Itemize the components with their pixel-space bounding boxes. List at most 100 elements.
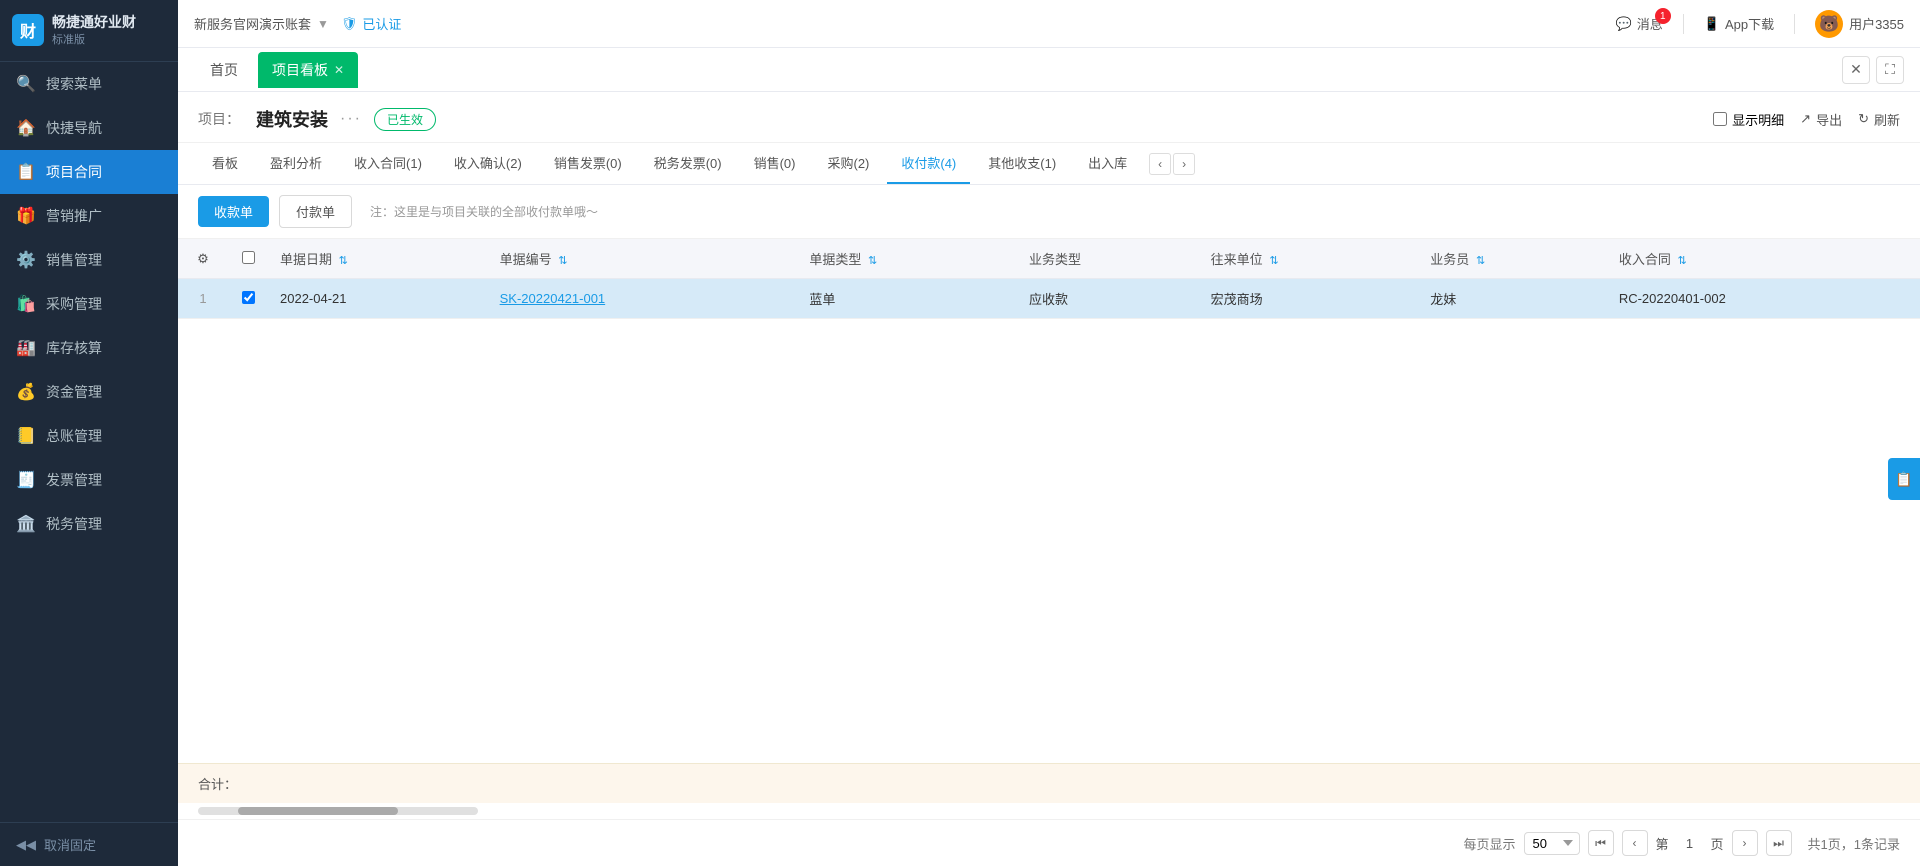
tab-close-btn[interactable]: ✕ xyxy=(1842,56,1870,84)
subtab-sales[interactable]: 销售(0) xyxy=(740,143,810,184)
row-type: 蓝单 xyxy=(797,279,1017,319)
row-checkbox[interactable] xyxy=(242,291,255,304)
sidebar-item-invoice[interactable]: 🧾 发票管理 xyxy=(0,458,178,502)
main-area: 新服务官网演示账套 ▼ 🛡 已认证 💬 消息 1 📱 App下载 🐻 用户335… xyxy=(178,0,1920,866)
subtab-sales-invoice[interactable]: 销售发票(0) xyxy=(540,143,636,184)
per-page-select[interactable]: 50 20 100 xyxy=(1524,832,1580,855)
panel-icon: 📋 xyxy=(1895,471,1912,488)
sidebar-item-sales-mgmt[interactable]: ⚙️ 销售管理 xyxy=(0,238,178,282)
sidebar-item-purchase-mgmt[interactable]: 🛍️ 采购管理 xyxy=(0,282,178,326)
receipts-table: ⚙ 单据日期 ⇅ 单据编号 ⇅ xyxy=(178,239,1920,319)
app-download-btn[interactable]: 📱 App下载 xyxy=(1704,14,1774,33)
verified-badge: 🛡 已认证 xyxy=(341,14,402,33)
topbar-divider-1 xyxy=(1683,14,1684,34)
topbar-actions: 💬 消息 1 📱 App下载 🐻 用户3355 xyxy=(1616,10,1904,38)
project-header-actions: 显示明细 ↗ 导出 ↻ 刷新 xyxy=(1713,110,1900,129)
sort-contract-icon[interactable]: ⇅ xyxy=(1677,255,1686,267)
tab-maximize-btn[interactable]: ⛶ xyxy=(1876,56,1904,84)
ledger-label: 总账管理 xyxy=(46,426,102,446)
receipt-btn[interactable]: 收款单 xyxy=(198,196,269,227)
sort-partner-icon[interactable]: ⇅ xyxy=(1269,255,1278,267)
subtab-tax-invoice[interactable]: 税务发票(0) xyxy=(640,143,736,184)
subtab-profit[interactable]: 盈利分析 xyxy=(256,143,336,184)
subtab-other-income[interactable]: 其他收支(1) xyxy=(974,143,1070,184)
invoice-label: 发票管理 xyxy=(46,470,102,490)
purchase-mgmt-label: 采购管理 xyxy=(46,294,102,314)
page-last-btn[interactable]: ⏭ xyxy=(1766,830,1792,856)
refresh-btn[interactable]: ↻ 刷新 xyxy=(1858,110,1900,129)
subtab-warehouse[interactable]: 出入库 xyxy=(1074,143,1141,184)
sidebar-item-tax[interactable]: 🏛️ 税务管理 xyxy=(0,502,178,546)
sidebar-item-ledger[interactable]: 📒 总账管理 xyxy=(0,414,178,458)
scrollbar-thumb[interactable] xyxy=(238,807,398,815)
subtab-income-confirm[interactable]: 收入确认(2) xyxy=(440,143,536,184)
subtab-kanban[interactable]: 看板 xyxy=(198,143,252,184)
sidebar-item-marketing[interactable]: 🎁 营销推广 xyxy=(0,194,178,238)
tab-project-board[interactable]: 项目看板 ✕ xyxy=(258,52,358,88)
row-income-contract: RC-20220401-002 xyxy=(1607,279,1920,319)
float-panel-icon[interactable]: 📋 xyxy=(1888,458,1920,500)
subtab-income-contract[interactable]: 收入合同(1) xyxy=(340,143,436,184)
sort-date-icon[interactable]: ⇅ xyxy=(339,255,348,267)
messages-btn[interactable]: 💬 消息 1 xyxy=(1616,14,1663,33)
subtab-next-btn[interactable]: › xyxy=(1173,153,1195,175)
project-contract-icon: 📋 xyxy=(16,162,36,182)
purchase-mgmt-icon: 🛍️ xyxy=(16,294,36,314)
app-logo-icon: 财 xyxy=(12,14,44,46)
sidebar-item-quick-nav[interactable]: 🏠 快捷导航 xyxy=(0,106,178,150)
sort-type-icon[interactable]: ⇅ xyxy=(868,255,877,267)
table-header-row: ⚙ 单据日期 ⇅ 单据编号 ⇅ xyxy=(178,239,1920,279)
sidebar-scroll: 🔍 搜索菜单 🏠 快捷导航 📋 项目合同 🎁 营销推广 ⚙️ 销售管理 🛍️ 采… xyxy=(0,62,178,822)
tab-home[interactable]: 首页 xyxy=(194,52,254,88)
sidebar-item-project-contract[interactable]: 📋 项目合同 xyxy=(0,150,178,194)
sidebar-item-search[interactable]: 🔍 搜索菜单 xyxy=(0,62,178,106)
message-icon: 💬 xyxy=(1616,16,1632,32)
payment-btn[interactable]: 付款单 xyxy=(279,195,352,228)
sort-salesperson-icon[interactable]: ⇅ xyxy=(1476,255,1485,267)
col-settings[interactable]: ⚙ xyxy=(178,239,228,279)
subtab-purchase[interactable]: 采购(2) xyxy=(813,143,883,184)
tax-icon: 🏛️ xyxy=(16,514,36,534)
project-selector[interactable]: 新服务官网演示账套 ▼ xyxy=(194,14,329,33)
sidebar-item-inventory[interactable]: 🏭 库存核算 xyxy=(0,326,178,370)
user-menu[interactable]: 🐻 用户3355 xyxy=(1815,10,1904,38)
sort-number-icon[interactable]: ⇅ xyxy=(558,255,567,267)
col-number: 单据编号 ⇅ xyxy=(488,239,798,279)
export-btn[interactable]: ↗ 导出 xyxy=(1800,110,1842,129)
col-partner: 往来单位 ⇅ xyxy=(1199,239,1419,279)
select-all-checkbox[interactable] xyxy=(242,251,255,264)
inventory-label: 库存核算 xyxy=(46,338,102,358)
project-more-btn[interactable]: ··· xyxy=(340,110,362,128)
project-label: 项目： xyxy=(198,109,240,129)
show-detail-input[interactable] xyxy=(1713,112,1727,126)
ledger-icon: 📒 xyxy=(16,426,36,446)
col-date: 单据日期 ⇅ xyxy=(268,239,488,279)
page-first-btn[interactable]: ⏮ xyxy=(1588,830,1614,856)
search-icon: 🔍 xyxy=(16,74,36,94)
page-next-btn[interactable]: › xyxy=(1732,830,1758,856)
show-detail-checkbox[interactable]: 显示明细 xyxy=(1713,110,1784,129)
project-name: 建筑安装 xyxy=(256,106,328,132)
unpin-icon: ◀◀ xyxy=(16,837,36,853)
col-type: 单据类型 ⇅ xyxy=(797,239,1017,279)
page-unit: 页 xyxy=(1711,834,1724,853)
tab-close-icon[interactable]: ✕ xyxy=(334,63,344,77)
sidebar-item-capital[interactable]: 💰 资金管理 xyxy=(0,370,178,414)
page-prev-btn[interactable]: ‹ xyxy=(1622,830,1648,856)
horizontal-scrollbar[interactable] xyxy=(198,807,478,815)
content-wrapper: 项目： 建筑安装 ··· 已生效 显示明细 ↗ 导出 ↻ 刷新 xyxy=(178,92,1920,866)
tax-label: 税务管理 xyxy=(46,514,102,534)
marketing-icon: 🎁 xyxy=(16,206,36,226)
row-partner: 宏茂商场 xyxy=(1199,279,1419,319)
subtab-receipts[interactable]: 收付款(4) xyxy=(887,143,970,184)
topbar-divider-2 xyxy=(1794,14,1795,34)
table-row[interactable]: 1 2022-04-21 SK-20220421-001 蓝单 应收款 宏茂商场… xyxy=(178,279,1920,319)
phone-icon: 📱 xyxy=(1704,16,1720,32)
scrollbar-area xyxy=(178,803,1920,819)
row-number-link[interactable]: SK-20220421-001 xyxy=(500,291,606,306)
sidebar-logo-text: 畅捷通好业财 标准版 xyxy=(52,14,136,47)
row-checkbox-cell xyxy=(228,279,268,319)
subtab-prev-btn[interactable]: ‹ xyxy=(1149,153,1171,175)
row-idx: 1 xyxy=(178,279,228,319)
sidebar-unpin-btn[interactable]: ◀◀ 取消固定 xyxy=(0,822,178,866)
